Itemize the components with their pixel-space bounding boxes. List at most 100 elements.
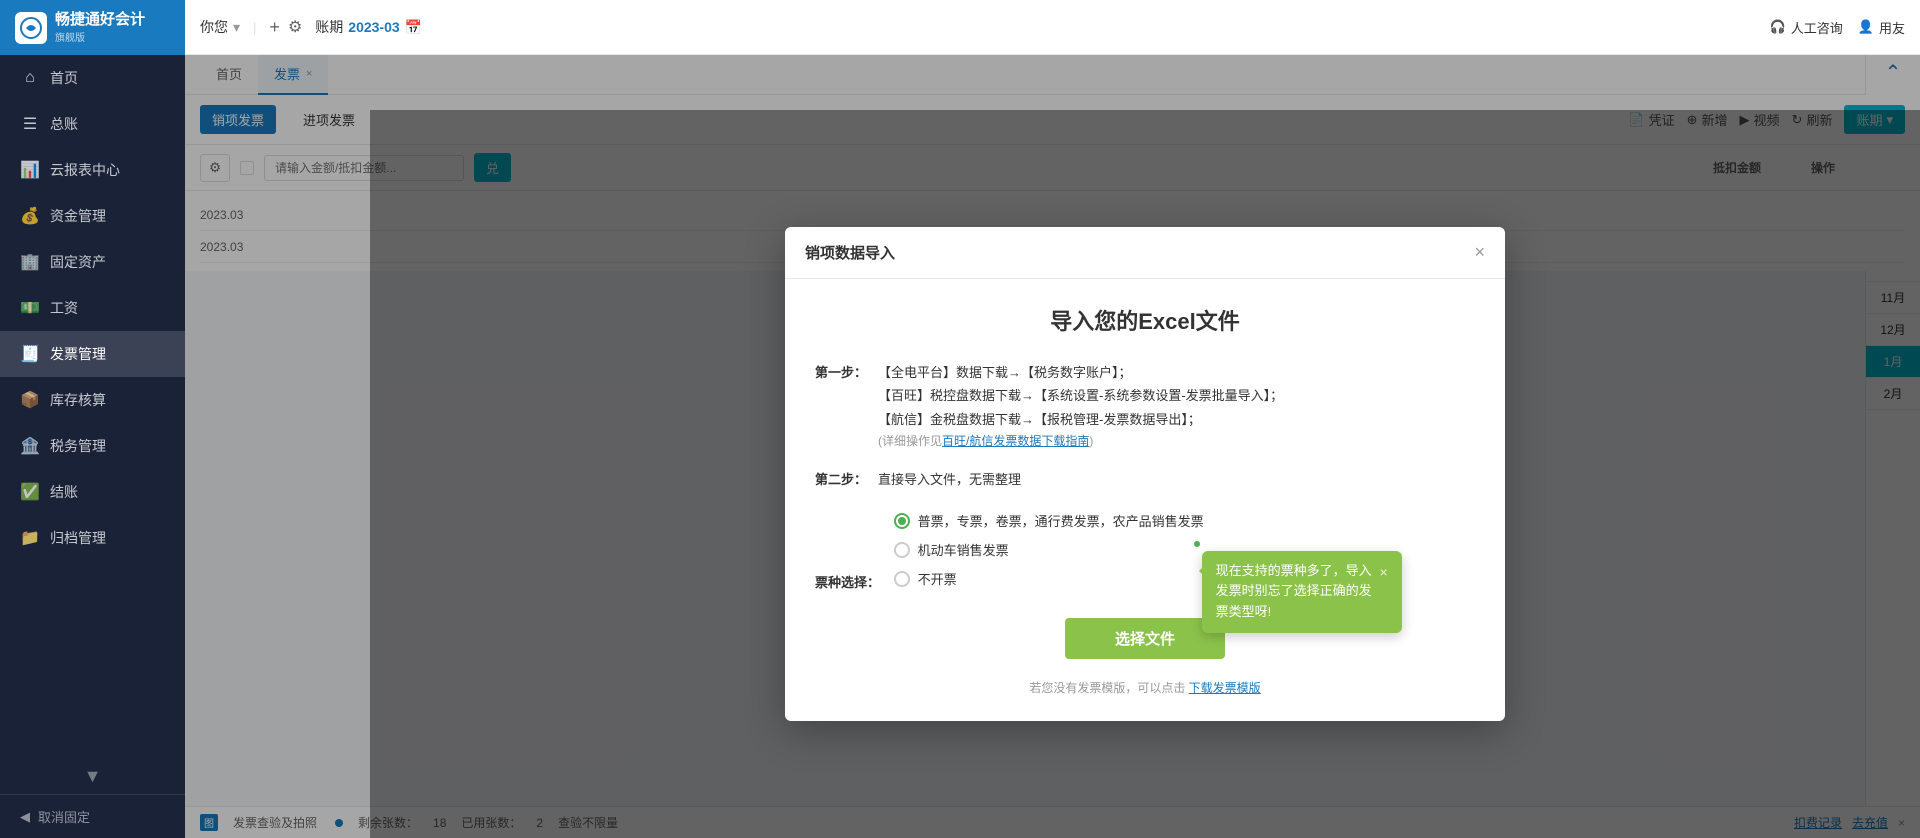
cloud-report-icon: 📊: [20, 160, 40, 180]
step1-line3: 【航信】金税盘数据下载→【报税管理-发票数据导出】；: [878, 408, 1475, 431]
sidebar-item-stock[interactable]: 📦 库存核算: [0, 377, 185, 423]
sidebar-item-label: 结账: [50, 482, 78, 502]
fixed-asset-icon: 🏢: [20, 252, 40, 272]
sidebar-item-label: 发票管理: [50, 344, 106, 364]
step1-link: (详细操作见百旺/航信发票数据下载指南): [878, 431, 1475, 453]
tooltip-dot: [1192, 539, 1202, 549]
sidebar-item-fund[interactable]: 💰 资金管理: [0, 193, 185, 239]
user-icon: 👤: [1858, 19, 1874, 35]
download-template-link[interactable]: 下载发票模版: [1189, 681, 1261, 695]
step1-row: 第一步： 【全电平台】数据下载→【税务数字账户】； 【百旺】税控盘数据下载→【系…: [815, 361, 1475, 453]
account-selector[interactable]: 你您 ▾: [200, 17, 240, 37]
modal-header: 销项数据导入 ×: [785, 227, 1505, 279]
period-label: 账期: [315, 17, 343, 37]
home-icon: ⌂: [20, 69, 40, 87]
modal-footer: 若您没有发票模版，可以点击 下载发票模版: [815, 679, 1475, 696]
cancel-pin-label: 取消固定: [38, 807, 90, 826]
account-dropdown-icon: ▾: [233, 19, 240, 36]
sidebar-item-label: 云报表中心: [50, 160, 120, 180]
footer-text: 若您没有发票模版，可以点击: [1029, 681, 1185, 695]
modal-main-title: 导入您的Excel文件: [815, 304, 1475, 336]
period-display: 账期 2023-03 📅: [315, 17, 422, 37]
step2-row: 第二步： 直接导入文件，无需整理: [815, 468, 1475, 491]
sidebar-item-label: 工资: [50, 298, 78, 318]
radio-input-1[interactable]: [894, 513, 910, 529]
ledger-icon: ☰: [20, 114, 40, 134]
sidebar-nav: ⌂ 首页 ☰ 总账 📊 云报表中心 💰 资金管理 🏢 固定资产 💵 工资 🧾 发…: [0, 55, 185, 759]
sidebar-item-home[interactable]: ⌂ 首页: [0, 55, 185, 101]
invoice-icon: 🧾: [20, 344, 40, 364]
sidebar-cancel-pin[interactable]: ◀ 取消固定: [0, 794, 185, 838]
sidebar-item-tax[interactable]: 🏦 税务管理: [0, 423, 185, 469]
salary-icon: 💵: [20, 298, 40, 318]
calendar-icon[interactable]: 📅: [405, 19, 422, 36]
period-value: 2023-03: [348, 19, 399, 35]
sidebar-scroll-down[interactable]: ▼: [0, 762, 185, 791]
stock-icon: 📦: [20, 390, 40, 410]
sidebar-item-ledger[interactable]: ☰ 总账: [0, 101, 185, 147]
modal-overlay: 销项数据导入 × 导入您的Excel文件 第一步： 【全电平台】数据下载→【税务…: [370, 110, 1920, 838]
tax-icon: 🏦: [20, 436, 40, 456]
step1-link-end: ): [1089, 434, 1093, 448]
app-edition: 旗舰版: [55, 29, 145, 44]
step1-line2: 【百旺】税控盘数据下载→【系统设置-系统参数设置-发票批量导入】；: [878, 384, 1475, 407]
sidebar-item-salary[interactable]: 💵 工资: [0, 285, 185, 331]
radio-input-3[interactable]: [894, 571, 910, 587]
account-name: 你您: [200, 17, 228, 37]
consulting-button[interactable]: 🎧 人工咨询: [1770, 18, 1843, 37]
user-button[interactable]: 👤 用友: [1858, 18, 1905, 37]
topbar: 你您 ▾ | + ⚙ 账期 2023-03 📅 🎧 人工咨询 👤 用友: [185, 0, 1920, 55]
tooltip-close-btn[interactable]: ×: [1379, 561, 1387, 583]
topbar-right: 🎧 人工咨询 👤 用友: [1770, 18, 1905, 37]
sidebar-item-label: 首页: [50, 68, 78, 88]
sidebar-logo: 畅捷通好会计 旗舰版: [0, 0, 185, 55]
ticket-label: 票种选择：: [815, 575, 880, 590]
sidebar-item-fixed-asset[interactable]: 🏢 固定资产: [0, 239, 185, 285]
step1-guide-link[interactable]: 百旺/航信发票数据下载指南: [942, 434, 1089, 448]
archive-icon: 📁: [20, 528, 40, 548]
step1-content: 【全电平台】数据下载→【税务数字账户】； 【百旺】税控盘数据下载→【系统设置-系…: [878, 361, 1475, 453]
radio-label-3: 不开票: [918, 569, 957, 588]
topbar-divider1: |: [253, 20, 256, 35]
logo-icon: [15, 12, 47, 44]
step1-label: 第一步：: [815, 361, 870, 453]
sidebar-item-label: 归档管理: [50, 528, 106, 548]
step1-link-text: (详细操作见: [878, 434, 942, 448]
radio-row-1: 普票，专票，卷票，通行费发票，农产品销售发票 × 现在支持的票种多了，导入发票时…: [894, 511, 1212, 530]
radio-group: 普票，专票，卷票，通行费发票，农产品销售发票 × 现在支持的票种多了，导入发票时…: [894, 506, 1212, 598]
radio-row-2: 机动车销售发票: [894, 540, 1212, 559]
radio-input-2[interactable]: [894, 542, 910, 558]
user-label: 用友: [1879, 18, 1905, 37]
sidebar-item-archive[interactable]: 📁 归档管理: [0, 515, 185, 561]
modal-body: 导入您的Excel文件 第一步： 【全电平台】数据下载→【税务数字账户】； 【百…: [785, 279, 1505, 721]
sidebar-item-label: 税务管理: [50, 436, 106, 456]
sidebar-item-settlement[interactable]: ✅ 结账: [0, 469, 185, 515]
headset-icon: 🎧: [1770, 19, 1786, 35]
settings-icon[interactable]: ⚙: [288, 17, 302, 37]
modal-close-button[interactable]: ×: [1474, 242, 1485, 263]
step2-content: 直接导入文件，无需整理: [878, 468, 1475, 491]
sidebar-item-label: 总账: [50, 114, 78, 134]
tooltip-bubble: × 现在支持的票种多了，导入发票时别忘了选择正确的发票类型呀!: [1202, 551, 1402, 633]
sidebar-item-label: 资金管理: [50, 206, 106, 226]
tooltip-text: 现在支持的票种多了，导入发票时别忘了选择正确的发票类型呀!: [1216, 563, 1372, 620]
consulting-label: 人工咨询: [1791, 18, 1843, 37]
modal-title: 销项数据导入: [805, 242, 895, 263]
sidebar-item-cloud-report[interactable]: 📊 云报表中心: [0, 147, 185, 193]
app-name: 畅捷通好会计: [55, 11, 145, 29]
sidebar-item-label: 固定资产: [50, 252, 106, 272]
radio-label-1: 普票，专票，卷票，通行费发票，农产品销售发票: [918, 511, 1204, 530]
sidebar-item-label: 库存核算: [50, 390, 106, 410]
sidebar-item-invoice[interactable]: 🧾 发票管理: [0, 331, 185, 377]
modal-dialog: 销项数据导入 × 导入您的Excel文件 第一步： 【全电平台】数据下载→【税务…: [785, 227, 1505, 721]
step2-label: 第二步：: [815, 468, 870, 491]
radio-label-2: 机动车销售发票: [918, 540, 1009, 559]
cancel-pin-icon: ◀: [20, 809, 30, 825]
step1-line1: 【全电平台】数据下载→【税务数字账户】；: [878, 361, 1475, 384]
add-button[interactable]: +: [269, 17, 280, 38]
ticket-select-row: 票种选择： 普票，专票，卷票，通行费发票，农产品销售发票: [815, 506, 1475, 598]
main-content: 首页 发票 × 销项发票 进项发票 📄 凭证 ⊕ 新增 ▶ 视频: [185, 55, 1920, 838]
radio-dot-1: [898, 517, 906, 525]
select-file-button[interactable]: 选择文件: [1065, 618, 1225, 659]
fund-icon: 💰: [20, 206, 40, 226]
